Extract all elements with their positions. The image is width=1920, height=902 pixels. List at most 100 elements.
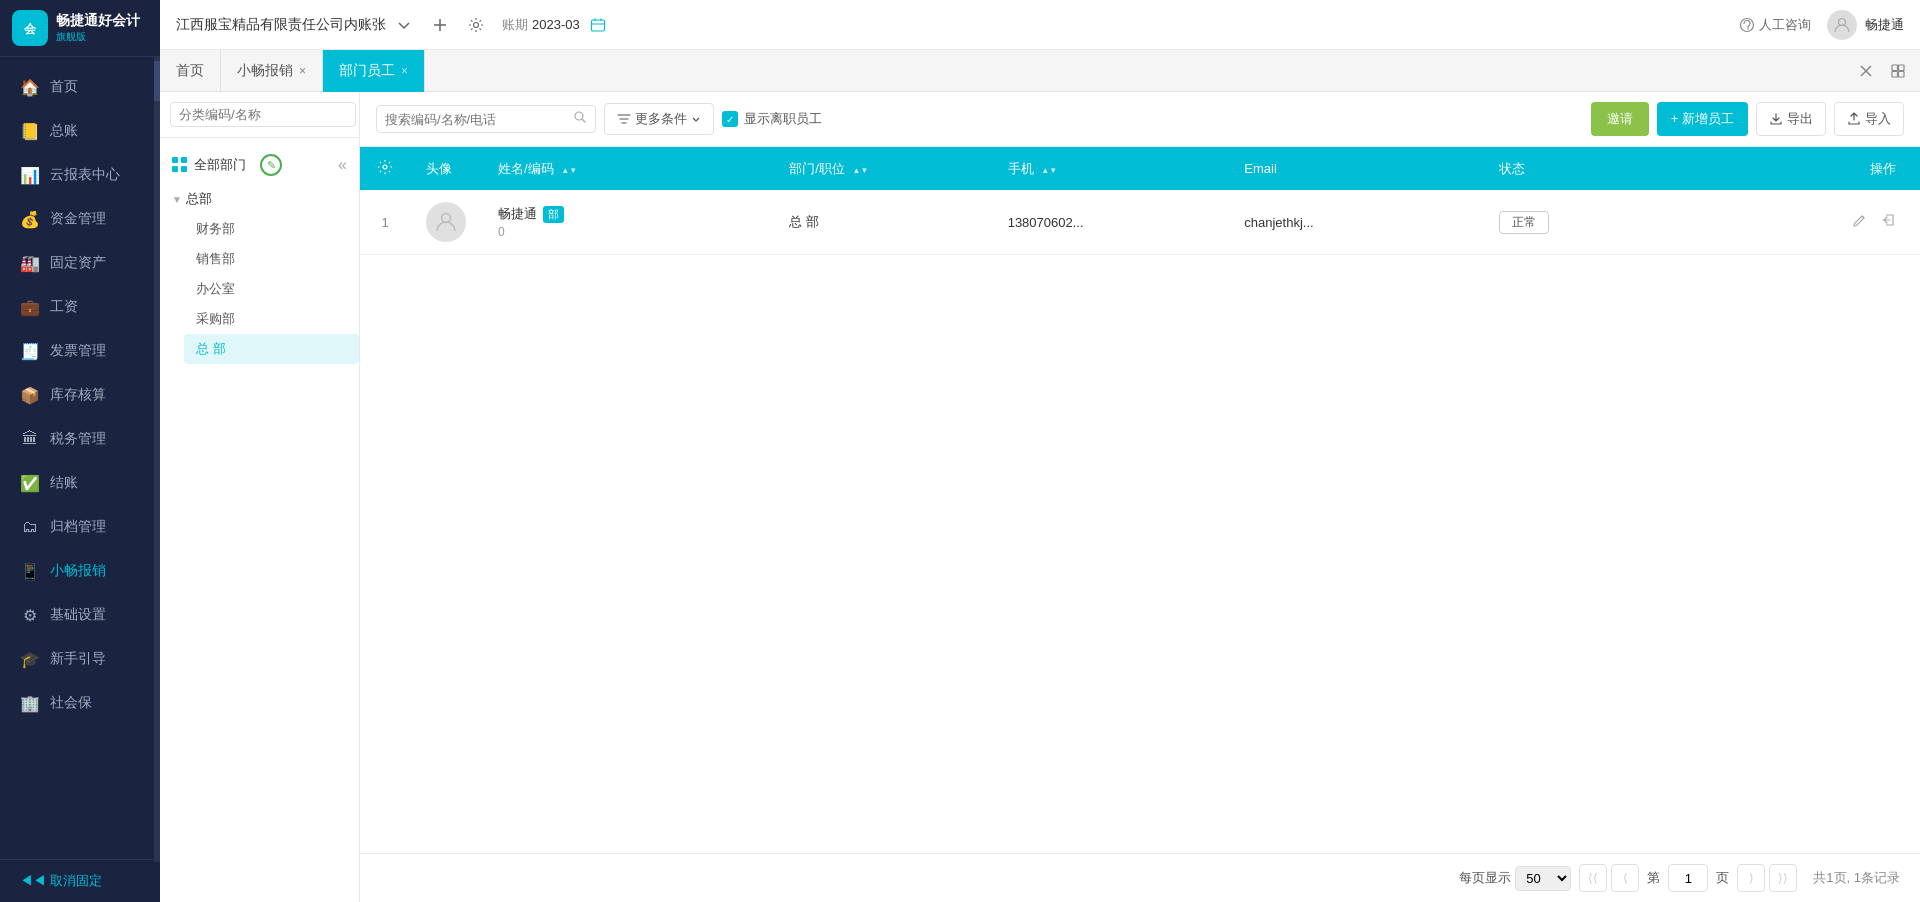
logout-icon[interactable] xyxy=(1880,212,1896,232)
svg-rect-10 xyxy=(1899,71,1905,77)
topbar-actions xyxy=(390,11,490,39)
dept-edit-button[interactable]: ✎ xyxy=(260,154,282,176)
page-first-button[interactable]: ⟨⟨ xyxy=(1579,864,1607,892)
tab-bar-end xyxy=(1852,57,1920,85)
svg-rect-3 xyxy=(591,20,604,31)
import-button[interactable]: 导入 xyxy=(1834,102,1904,136)
add-account-icon[interactable] xyxy=(426,11,454,39)
col-dept-position[interactable]: 部门/职位 ▲▼ xyxy=(773,147,991,190)
filter-button[interactable]: 更多条件 xyxy=(604,103,714,135)
company-icon: 🏢 xyxy=(20,693,40,713)
sidebar-item-salary[interactable]: 💼 工资 xyxy=(0,285,160,329)
calendar-icon[interactable] xyxy=(584,11,612,39)
svg-rect-9 xyxy=(1892,71,1898,77)
service-button[interactable]: 人工咨询 xyxy=(1739,16,1811,34)
employee-name-row: 畅捷通 部 xyxy=(498,205,757,223)
dept-search-input[interactable] xyxy=(170,102,356,127)
main-area: 江西服宝精品有限责任公司内账张 账期 2023-03 xyxy=(160,0,1920,902)
settings-gear-icon[interactable] xyxy=(462,11,490,39)
sidebar-item-inventory[interactable]: 📦 库存核算 xyxy=(0,373,160,417)
sidebar-item-basic-settings[interactable]: ⚙ 基础设置 xyxy=(0,593,160,637)
sort-phone-icon[interactable]: ▲▼ xyxy=(1041,167,1057,175)
col-action: 操作 xyxy=(1702,147,1920,190)
sidebar-item-ledger[interactable]: 📒 总账 xyxy=(0,109,160,153)
sidebar-logo: 会 畅捷通好会计 旗舰版 xyxy=(0,0,160,57)
row-phone: 138070602... xyxy=(992,190,1229,255)
dropdown-icon[interactable] xyxy=(390,11,418,39)
add-employee-button[interactable]: + 新增员工 xyxy=(1657,102,1748,136)
page-label: 第 xyxy=(1647,869,1660,887)
show-resigned-checkbox[interactable]: ✓ xyxy=(722,111,738,127)
dept-search-bar xyxy=(160,92,359,138)
dept-child-caigou[interactable]: 采购部 xyxy=(184,304,359,334)
sidebar-item-invoice[interactable]: 🧾 发票管理 xyxy=(0,329,160,373)
tab-xiaochang[interactable]: 小畅报销 × xyxy=(221,50,323,92)
col-phone[interactable]: 手机 ▲▼ xyxy=(992,147,1229,190)
page-prev-button[interactable]: ⟨ xyxy=(1611,864,1639,892)
total-info: 共1页, 1条记录 xyxy=(1813,869,1900,887)
employee-search-input[interactable] xyxy=(385,112,573,127)
sidebar-item-archive[interactable]: 🗂 归档管理 xyxy=(0,505,160,549)
page-last-button[interactable]: ⟩⟩ xyxy=(1769,864,1797,892)
col-settings[interactable] xyxy=(360,147,410,190)
sort-dept-icon[interactable]: ▲▼ xyxy=(852,167,868,175)
tab-home[interactable]: 首页 xyxy=(160,50,221,92)
sidebar-item-company[interactable]: 🏢 社会保 xyxy=(0,681,160,725)
svg-rect-8 xyxy=(1899,65,1905,71)
employee-search-icon[interactable] xyxy=(573,110,587,128)
xiaochang-icon: 📱 xyxy=(20,561,40,581)
sidebar-nav: 🏠 首页 📒 总账 📊 云报表中心 💰 资金管理 🏭 固定资产 💼 工资 🧾 发… xyxy=(0,57,160,859)
dept-group-header-zongbu[interactable]: ▼ 总部 xyxy=(160,184,359,214)
sidebar-item-reports[interactable]: 📊 云报表中心 xyxy=(0,153,160,197)
maximize-icon[interactable] xyxy=(1884,57,1912,85)
dept-expand-arrow: ▼ xyxy=(172,194,182,205)
tab-dept-employee[interactable]: 部门员工 × xyxy=(323,50,425,92)
row-dept: 总 部 xyxy=(773,190,991,255)
funds-icon: 💰 xyxy=(20,209,40,229)
dept-child-caiwu[interactable]: 财务部 xyxy=(184,214,359,244)
dept-group-zongbu: ▼ 总部 财务部 销售部 办公室 采购部 总 部 xyxy=(160,184,359,364)
dept-child-zongbu[interactable]: 总 部 xyxy=(184,334,359,364)
dept-all-item[interactable]: 全部部门 ✎ « xyxy=(160,146,359,184)
table-header-row: 头像 姓名/编码 ▲▼ 部门/职位 ▲▼ 手机 ▲▼ xyxy=(360,147,1920,190)
sidebar-pin-toggle[interactable]: ◀◀ 取消固定 xyxy=(0,859,160,902)
sort-name-icon[interactable]: ▲▼ xyxy=(561,167,577,175)
sidebar-item-funds[interactable]: 💰 资金管理 xyxy=(0,197,160,241)
page-size-select[interactable]: 10 20 50 100 xyxy=(1515,866,1571,891)
table-footer: 每页显示 10 20 50 100 ⟨⟨ ⟨ 第 页 ⟩ ⟩⟩ xyxy=(360,853,1920,902)
sidebar-item-newcomer[interactable]: 🎓 新手引导 xyxy=(0,637,160,681)
sidebar-item-tax[interactable]: 🏛 税务管理 xyxy=(0,417,160,461)
employee-code: 0 xyxy=(498,225,757,239)
employee-search-bar xyxy=(376,105,596,133)
sidebar-scrollbar xyxy=(154,56,160,862)
page-next-button[interactable]: ⟩ xyxy=(1737,864,1765,892)
content-area: 全部部门 ✎ « ▼ 总部 财务部 销售部 办公室 采购部 总 部 xyxy=(160,92,1920,902)
invite-button[interactable]: 邀请 xyxy=(1591,102,1649,136)
col-name-code[interactable]: 姓名/编码 ▲▼ xyxy=(482,147,773,190)
edit-icon[interactable] xyxy=(1852,212,1868,232)
col-email: Email xyxy=(1228,147,1483,190)
svg-point-13 xyxy=(383,165,387,169)
sidebar-item-assets[interactable]: 🏭 固定资产 xyxy=(0,241,160,285)
dept-child-xiaoshou[interactable]: 销售部 xyxy=(184,244,359,274)
dept-collapse-button[interactable]: « xyxy=(338,156,347,174)
sidebar-item-settlement[interactable]: ✅ 结账 xyxy=(0,461,160,505)
sidebar-item-xiaochang[interactable]: 📱 小畅报销 xyxy=(0,549,160,593)
row-avatar xyxy=(410,190,482,255)
show-resigned-toggle[interactable]: ✓ 显示离职员工 xyxy=(722,110,822,128)
export-button[interactable]: 导出 xyxy=(1756,102,1826,136)
tab-close-xiaochang[interactable]: × xyxy=(299,64,306,78)
close-panel-icon[interactable] xyxy=(1852,57,1880,85)
tab-close-dept-employee[interactable]: × xyxy=(401,64,408,78)
sidebar-item-home[interactable]: 🏠 首页 xyxy=(0,65,160,109)
user-area: 畅捷通 xyxy=(1827,10,1904,40)
page-number-input[interactable] xyxy=(1668,864,1708,892)
sidebar: 会 畅捷通好会计 旗舰版 🏠 首页 📒 总账 📊 云报表中心 💰 资金管理 🏭 xyxy=(0,0,160,902)
app-logo-icon: 会 xyxy=(12,10,48,46)
row-status: 正常 xyxy=(1483,190,1701,255)
svg-point-14 xyxy=(442,214,451,223)
top-bar: 江西服宝精品有限责任公司内账张 账期 2023-03 xyxy=(160,0,1920,50)
reports-icon: 📊 xyxy=(20,165,40,185)
company-name: 江西服宝精品有限责任公司内账张 xyxy=(176,16,386,34)
dept-child-bangongshi[interactable]: 办公室 xyxy=(184,274,359,304)
